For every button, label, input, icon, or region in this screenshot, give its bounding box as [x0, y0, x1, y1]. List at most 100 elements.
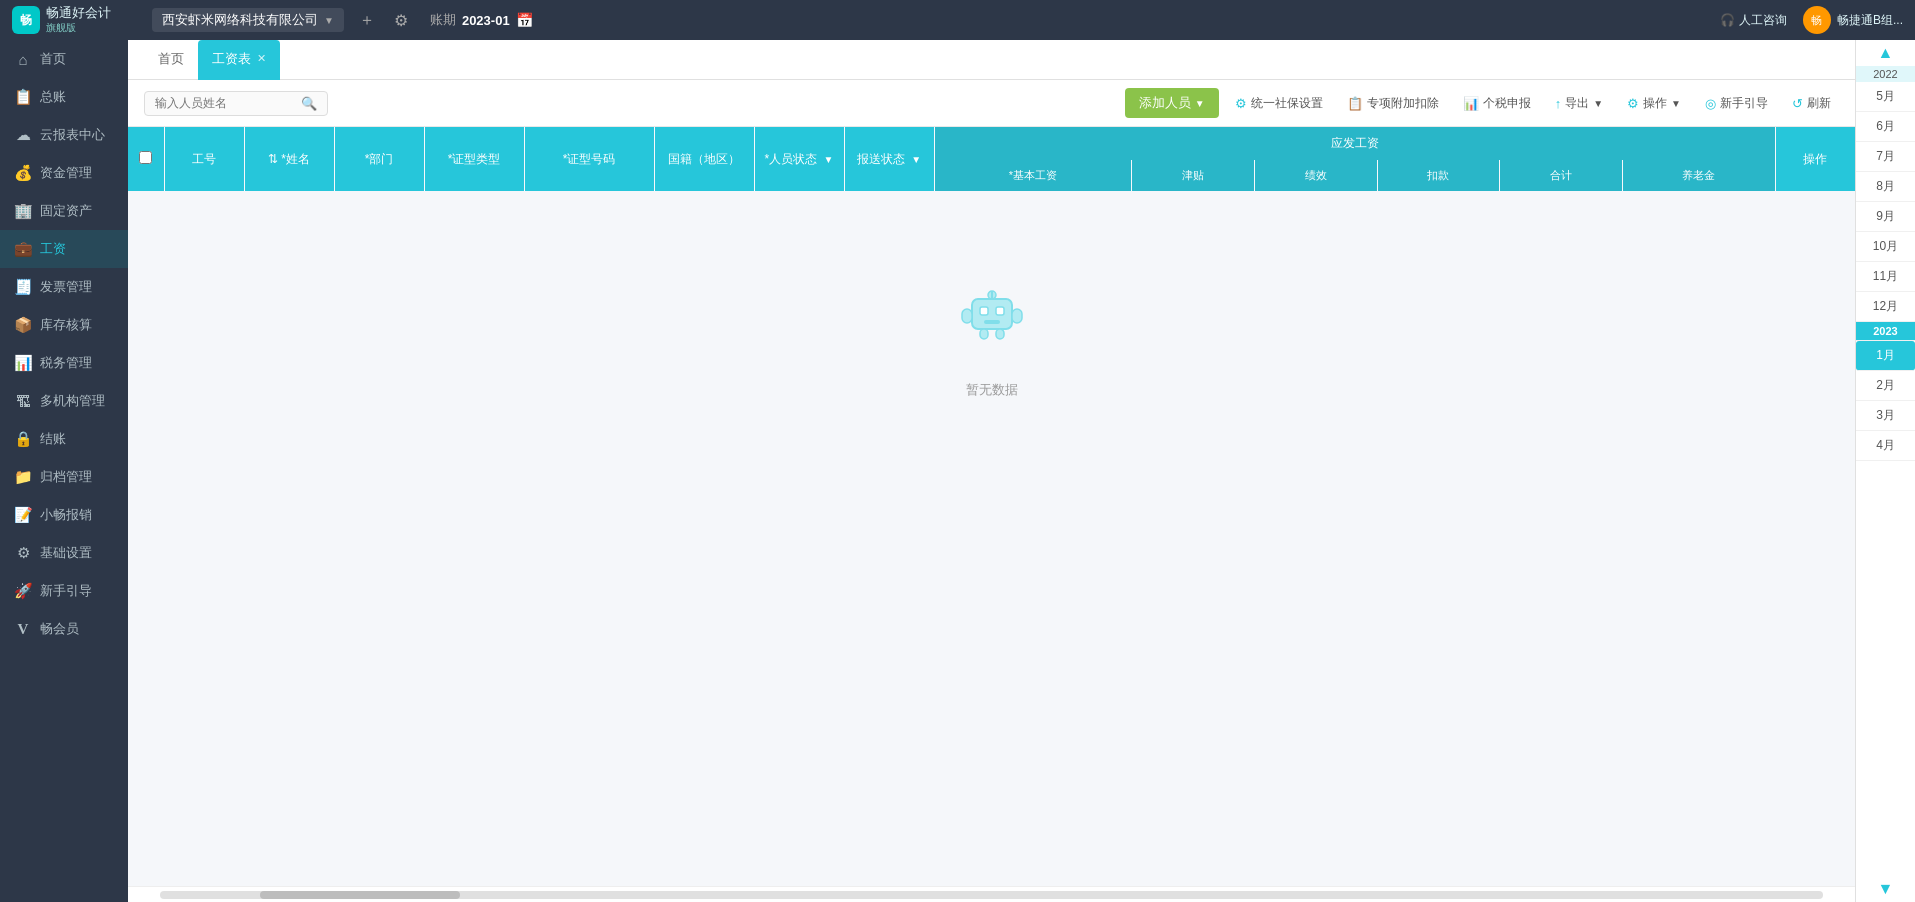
settings-nav-icon: ⚙: [14, 544, 32, 562]
svg-rect-8: [980, 329, 988, 339]
guide-icon: 🚀: [14, 582, 32, 600]
header-base-salary: *基本工资: [934, 160, 1132, 191]
month-item-9[interactable]: 9月: [1856, 202, 1915, 232]
month-item-mar[interactable]: 3月: [1856, 401, 1915, 431]
sidebar-item-cloud-report[interactable]: ☁ 云报表中心: [0, 116, 128, 154]
sidebar-label-multi-org: 多机构管理: [40, 392, 105, 410]
header-status[interactable]: *人员状态 ▼: [754, 127, 844, 191]
month-list: 5月 6月 7月 8月 9月 10月 11月 12月 2023 1月 2月 3月…: [1856, 82, 1915, 876]
search-input[interactable]: [155, 96, 295, 110]
header-dept: *部门: [334, 127, 424, 191]
tab-salary[interactable]: 工资表 ✕: [198, 40, 280, 80]
sidebar-label-tax: 税务管理: [40, 354, 92, 372]
sidebar-item-fund[interactable]: 💰 资金管理: [0, 154, 128, 192]
header-actions: ＋ ⚙: [354, 7, 414, 33]
refresh-action[interactable]: ↺ 刷新: [1784, 91, 1839, 116]
header-operations: 操作: [1775, 127, 1855, 191]
svg-rect-1: [980, 307, 988, 315]
header-checkbox[interactable]: [128, 127, 164, 191]
month-item-8[interactable]: 8月: [1856, 172, 1915, 202]
empty-text: 暂无数据: [966, 381, 1018, 399]
sidebar-item-vip[interactable]: V 畅会员: [0, 610, 128, 648]
special-deduction-action[interactable]: 📋 专项附加扣除: [1339, 91, 1447, 116]
sidebar-label-inventory: 库存核算: [40, 316, 92, 334]
sidebar-item-inventory[interactable]: 📦 库存核算: [0, 306, 128, 344]
operations-action[interactable]: ⚙ 操作 ▼: [1619, 91, 1689, 116]
tab-close-icon[interactable]: ✕: [257, 52, 266, 65]
month-item-7[interactable]: 7月: [1856, 142, 1915, 172]
headset-icon: 🎧: [1720, 13, 1735, 27]
month-item-12[interactable]: 12月: [1856, 292, 1915, 322]
panel-down-icon[interactable]: ▼: [1878, 880, 1894, 898]
sidebar-item-tax[interactable]: 📊 税务管理: [0, 344, 128, 382]
tax-report-label: 个税申报: [1483, 95, 1531, 112]
month-item-feb[interactable]: 2月: [1856, 371, 1915, 401]
sidebar-item-guide[interactable]: 🚀 新手引导: [0, 572, 128, 610]
refresh-icon: ↺: [1792, 96, 1803, 111]
content-area: 首页 工资表 ✕ 🔍 添加人员 ▼ ⚙ 统一社保设置 📋: [128, 40, 1855, 902]
month-item-apr[interactable]: 4月: [1856, 431, 1915, 461]
select-all-checkbox[interactable]: [139, 151, 152, 164]
header-performance: 绩效: [1254, 160, 1377, 191]
tax-report-action[interactable]: 📊 个税申报: [1455, 91, 1539, 116]
scroll-thumb[interactable]: [260, 891, 460, 899]
service-button[interactable]: 🎧 人工咨询: [1720, 12, 1787, 29]
header-cert-num: *证型号码: [524, 127, 654, 191]
month-item-11[interactable]: 11月: [1856, 262, 1915, 292]
sidebar-item-salary[interactable]: 💼 工资: [0, 230, 128, 268]
calendar-icon[interactable]: 📅: [516, 12, 533, 28]
sidebar-item-invoice[interactable]: 🧾 发票管理: [0, 268, 128, 306]
month-item-6[interactable]: 6月: [1856, 112, 1915, 142]
sidebar-item-ledger[interactable]: 📋 总账: [0, 78, 128, 116]
export-icon: ↑: [1555, 96, 1562, 111]
new-guide-label: 新手引导: [1720, 95, 1768, 112]
scroll-track[interactable]: [160, 891, 1823, 899]
sidebar-item-multi-org[interactable]: 🏗 多机构管理: [0, 382, 128, 420]
search-box: 🔍: [144, 91, 328, 116]
new-guide-action[interactable]: ◎ 新手引导: [1697, 91, 1776, 116]
sidebar-item-close[interactable]: 🔒 结账: [0, 420, 128, 458]
panel-up-nav: ▲: [1856, 40, 1915, 66]
status-filter-icon[interactable]: ▼: [824, 154, 834, 165]
special-deduction-icon: 📋: [1347, 96, 1363, 111]
header-nation: 国籍（地区）: [654, 127, 754, 191]
user-area[interactable]: 畅 畅捷通B组...: [1803, 6, 1903, 34]
sidebar-item-home[interactable]: ⌂ 首页: [0, 40, 128, 78]
social-settings-action[interactable]: ⚙ 统一社保设置: [1227, 91, 1331, 116]
sidebar-label-salary: 工资: [40, 240, 66, 258]
report-filter-icon[interactable]: ▼: [911, 154, 921, 165]
month-item-10[interactable]: 10月: [1856, 232, 1915, 262]
export-action[interactable]: ↑ 导出 ▼: [1547, 91, 1611, 116]
add-icon[interactable]: ＋: [354, 7, 380, 33]
settings-icon[interactable]: ⚙: [388, 7, 414, 33]
add-person-button[interactable]: 添加人员 ▼: [1125, 88, 1219, 118]
sidebar-item-archive[interactable]: 📁 归档管理: [0, 458, 128, 496]
right-panel: ▲ 2022 5月 6月 7月 8月 9月 10月 11月 12月 2023 1…: [1855, 40, 1915, 902]
export-chevron-icon: ▼: [1593, 98, 1603, 109]
operations-label: 操作: [1643, 95, 1667, 112]
header-report-status[interactable]: 报送状态 ▼: [844, 127, 934, 191]
panel-up-icon[interactable]: ▲: [1878, 44, 1894, 62]
month-item-5[interactable]: 5月: [1856, 82, 1915, 112]
cloud-icon: ☁: [14, 126, 32, 144]
month-item-jan[interactable]: 1月: [1856, 341, 1915, 371]
table-body: 暂无数据: [128, 191, 1855, 479]
sidebar-item-settings[interactable]: ⚙ 基础设置: [0, 534, 128, 572]
add-chevron-icon: ▼: [1195, 98, 1205, 109]
logo-text: 畅通好会计: [46, 5, 111, 21]
scroll-area: [128, 886, 1855, 902]
panel-down-nav: ▼: [1856, 876, 1915, 902]
tab-bar: 首页 工资表 ✕: [128, 40, 1855, 80]
expense-icon: 📝: [14, 506, 32, 524]
sidebar-item-fixed-asset[interactable]: 🏢 固定资产: [0, 192, 128, 230]
header-salary-group: 应发工资: [934, 127, 1775, 160]
tab-home[interactable]: 首页: [144, 40, 198, 80]
company-selector[interactable]: 西安虾米网络科技有限公司 ▼: [152, 8, 344, 32]
sidebar-item-expense[interactable]: 📝 小畅报销: [0, 496, 128, 534]
header-total: 合计: [1500, 160, 1623, 191]
ledger-icon: 📋: [14, 88, 32, 106]
sidebar-label-settings: 基础设置: [40, 544, 92, 562]
sidebar-label-ledger: 总账: [40, 88, 66, 106]
empty-icon: [952, 271, 1032, 365]
period-area: 账期 2023-01 📅: [430, 11, 533, 29]
